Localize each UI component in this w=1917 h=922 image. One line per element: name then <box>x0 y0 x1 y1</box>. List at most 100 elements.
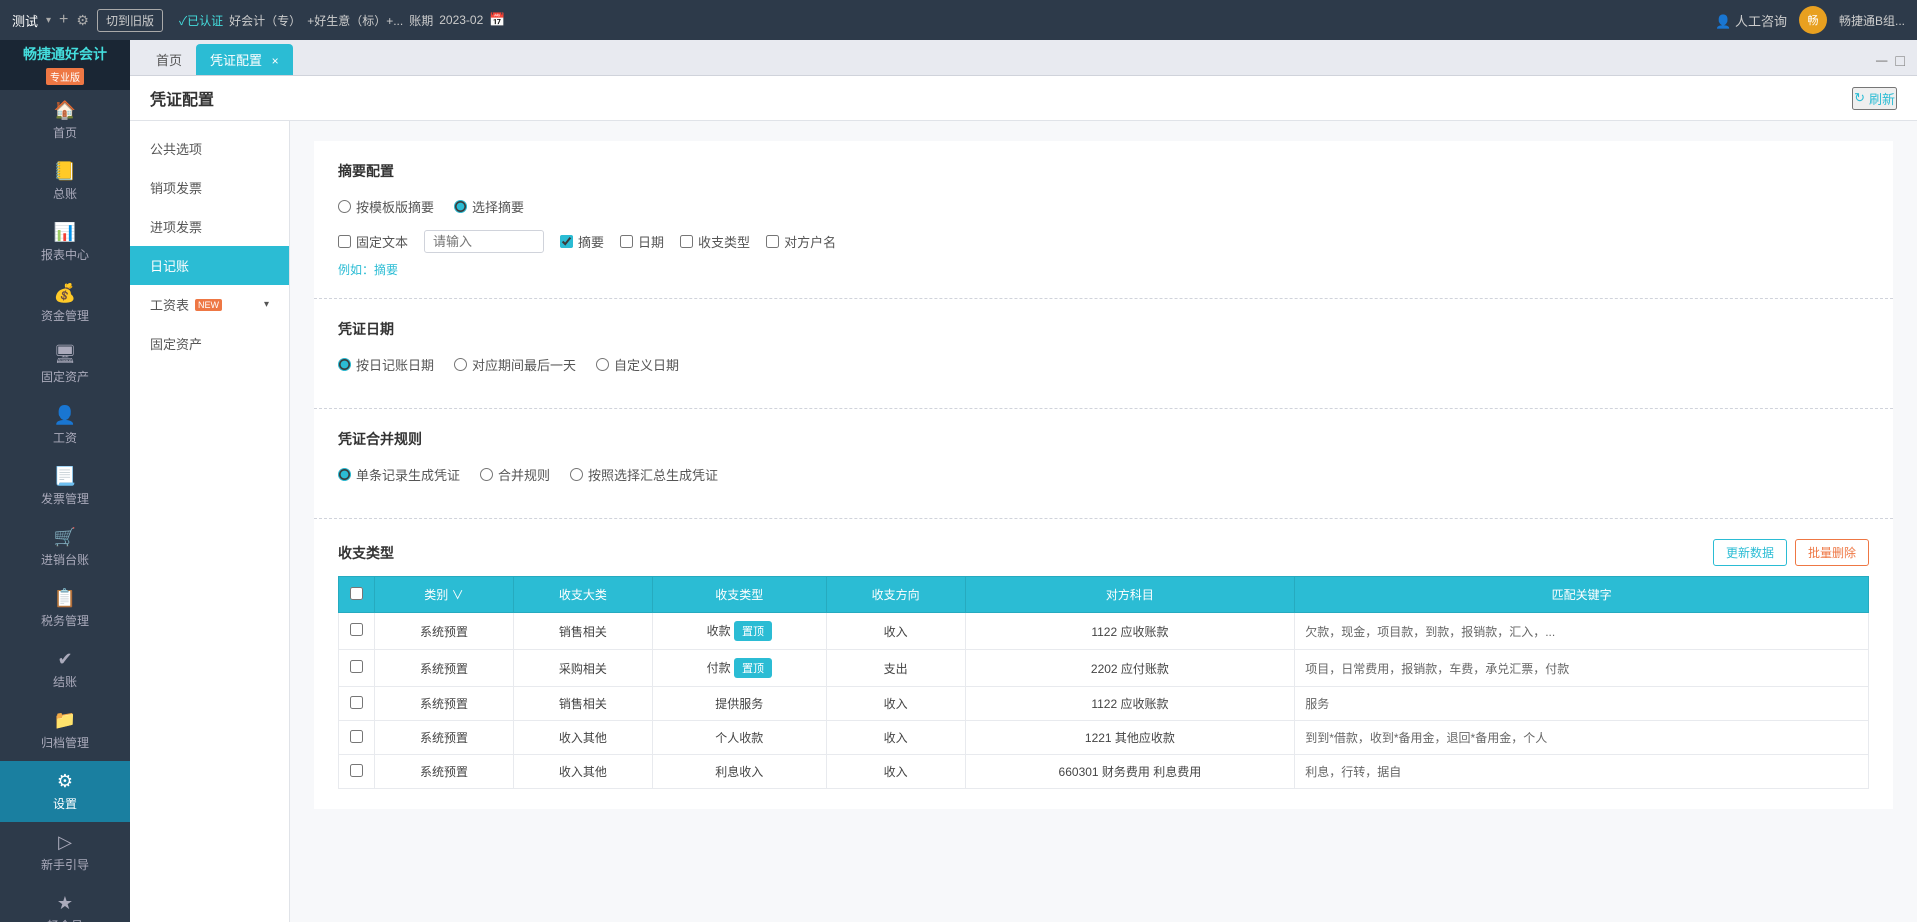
row-subject-2: 2202 应付账款 <box>965 650 1295 687</box>
row-direction-2: 支出 <box>826 650 965 687</box>
sidebar-item-archive[interactable]: 📁 归档管理 <box>0 700 130 761</box>
date-checkbox[interactable]: 日期 <box>620 232 664 251</box>
row-major-4: 收入其他 <box>513 721 652 755</box>
tab-voucher-config[interactable]: 凭证配置 × <box>196 44 293 75</box>
merge-rule-section: 凭证合并规则 单条记录生成凭证 合并规则 <box>314 409 1893 519</box>
top-bar-right: 👤 人工咨询 畅 畅捷通B组... <box>1715 6 1905 34</box>
left-nav-fixed-asset[interactable]: 固定资产 <box>130 324 289 363</box>
row-direction-3: 收入 <box>826 687 965 721</box>
income-expense-table: 类别 ∨ 收支大类 收支类型 收支方向 对方科目 匹配关键字 <box>338 576 1869 789</box>
fixed-text-input[interactable] <box>424 230 544 253</box>
row-check-4[interactable] <box>339 721 375 755</box>
tab-bar-actions: ─ □ <box>1876 53 1905 75</box>
row-keywords-1: 欠款，现金，项目款，到款，报销款，汇入，... <box>1295 613 1869 650</box>
table-actions: 更新数据 批量删除 <box>1713 539 1869 566</box>
sidebar-logo: 畅捷通好会计 专业版 <box>0 40 130 90</box>
row-major-2: 采购相关 <box>513 650 652 687</box>
refresh-button[interactable]: ↻ 刷新 <box>1852 87 1897 110</box>
by-select-radio[interactable]: 按照选择汇总生成凭证 <box>570 465 718 484</box>
sidebar-item-guide[interactable]: ▷ 新手引导 <box>0 822 130 883</box>
row-subject-1: 1122 应收账款 <box>965 613 1295 650</box>
user-service-link[interactable]: 👤 人工咨询 <box>1715 11 1787 30</box>
row-check-5[interactable] <box>339 755 375 789</box>
sidebar-item-salary[interactable]: 👤 工资 <box>0 395 130 456</box>
summary-template-radio[interactable]: 按模板版摘要 <box>338 197 434 216</box>
user-name-label[interactable]: 畅捷通B组... <box>1839 12 1905 29</box>
single-record-radio[interactable]: 单条记录生成凭证 <box>338 465 460 484</box>
voucher-date-title: 凭证日期 <box>338 319 1869 339</box>
select-all-checkbox[interactable] <box>350 587 363 600</box>
left-nav-payroll[interactable]: 工资表 NEW ▾ <box>130 285 289 324</box>
left-nav-sales-invoice[interactable]: 销项发票 <box>130 168 289 207</box>
col-direction: 收支方向 <box>826 577 965 613</box>
summary-select-radio[interactable]: 选择摘要 <box>454 197 524 216</box>
company-dropdown-icon[interactable]: ▾ <box>46 15 51 26</box>
summary-checkbox[interactable]: 摘要 <box>560 232 604 251</box>
left-nav-journal[interactable]: 日记账 <box>130 246 289 285</box>
content-area: 首页 凭证配置 × ─ □ 凭证配置 ↻ 刷新 <box>130 40 1917 922</box>
fund-icon: 💰 <box>54 283 76 304</box>
left-nav: 公共选项 销项发票 进项发票 日记账 工资表 NEW ▾ 固定资产 <box>130 121 290 922</box>
tax-icon: 📋 <box>54 588 76 609</box>
row-direction-4: 收入 <box>826 721 965 755</box>
sidebar-item-fund[interactable]: 💰 资金管理 <box>0 273 130 334</box>
example-text: 例如：摘要 <box>338 261 1869 278</box>
voucher-date-radio-group: 按日记账日期 对应期间最后一天 自定义日期 <box>338 355 1869 374</box>
left-nav-purchase-invoice[interactable]: 进项发票 <box>130 207 289 246</box>
sidebar-item-settings[interactable]: ⚙ 设置 <box>0 761 130 822</box>
certified-label: ✓已认证 <box>179 12 223 29</box>
custom-date-radio[interactable]: 自定义日期 <box>596 355 679 374</box>
row-subject-5: 660301 财务费用 利息费用 <box>965 755 1295 789</box>
sidebar-item-tax[interactable]: 📋 税务管理 <box>0 578 130 639</box>
table-row: 系统预置 收入其他 个人收款 收入 1221 其他应收款 到到*借款，收到*备用… <box>339 721 1869 755</box>
tab-maximize-button[interactable]: □ <box>1895 53 1905 71</box>
sidebar-item-report[interactable]: 📊 报表中心 <box>0 212 130 273</box>
sidebar-item-purchase[interactable]: 🛒 进销台账 <box>0 517 130 578</box>
row-check-1[interactable] <box>339 613 375 650</box>
row-check-2[interactable] <box>339 650 375 687</box>
batch-delete-button[interactable]: 批量删除 <box>1795 539 1869 566</box>
journal-date-radio[interactable]: 按日记账日期 <box>338 355 434 374</box>
summary-config-title: 摘要配置 <box>338 161 1869 181</box>
col-type: 收支类型 <box>652 577 826 613</box>
type-checkbox[interactable]: 收支类型 <box>680 232 750 251</box>
merge-rule-title: 凭证合并规则 <box>338 429 1869 449</box>
sidebar-item-member[interactable]: ★ 畅会员 <box>0 883 130 922</box>
counterpart-checkbox[interactable]: 对方户名 <box>766 232 836 251</box>
row-keywords-5: 利息，行转，据自 <box>1295 755 1869 789</box>
update-data-button[interactable]: 更新数据 <box>1713 539 1787 566</box>
row-category-4: 系统预置 <box>375 721 514 755</box>
gear-icon[interactable]: ⚙ <box>76 12 89 29</box>
merge-rule-radio[interactable]: 合并规则 <box>480 465 550 484</box>
expand-arrow-icon: ▾ <box>264 299 269 310</box>
add-icon[interactable]: + <box>59 11 68 29</box>
sidebar-item-invoice[interactable]: 📃 发票管理 <box>0 456 130 517</box>
sidebar-item-home[interactable]: 🏠 首页 <box>0 90 130 151</box>
row-type-1: 收款 置顶 <box>652 613 826 650</box>
last-day-radio[interactable]: 对应期间最后一天 <box>454 355 576 374</box>
sidebar-item-settle[interactable]: ✔ 结账 <box>0 639 130 700</box>
table-row: 系统预置 采购相关 付款 置顶 支出 2202 应付账款 项目，日常 <box>339 650 1869 687</box>
right-content: 摘要配置 按模板版摘要 选择摘要 <box>290 121 1917 922</box>
fixed-text-checkbox[interactable]: 固定文本 <box>338 232 408 251</box>
calendar-icon[interactable]: 📅 <box>489 12 505 28</box>
table-row: 系统预置 销售相关 提供服务 收入 1122 应收账款 服务 <box>339 687 1869 721</box>
top-tag-button-2[interactable]: 置顶 <box>734 658 772 678</box>
voucher-date-section: 凭证日期 按日记账日期 对应期间最后一天 <box>314 299 1893 409</box>
purchase-icon: 🛒 <box>54 527 76 548</box>
row-check-3[interactable] <box>339 687 375 721</box>
top-tag-button-1[interactable]: 置顶 <box>734 621 772 641</box>
left-nav-public[interactable]: 公共选项 <box>130 129 289 168</box>
row-type-2: 付款 置顶 <box>652 650 826 687</box>
tab-close-icon[interactable]: × <box>272 54 279 68</box>
sidebar-item-ledger[interactable]: 📒 总账 <box>0 151 130 212</box>
sidebar-item-asset[interactable]: 🖥 固定资产 <box>0 334 130 395</box>
switch-version-button[interactable]: 切到旧版 <box>97 9 163 32</box>
logo-text: 畅捷通好会计 <box>23 45 107 63</box>
col-checkbox <box>339 577 375 613</box>
tab-minimize-button[interactable]: ─ <box>1876 53 1887 71</box>
row-major-1: 销售相关 <box>513 613 652 650</box>
row-category-3: 系统预置 <box>375 687 514 721</box>
tab-home[interactable]: 首页 <box>142 44 196 75</box>
row-keywords-4: 到到*借款，收到*备用金，退回*备用金，个人 <box>1295 721 1869 755</box>
